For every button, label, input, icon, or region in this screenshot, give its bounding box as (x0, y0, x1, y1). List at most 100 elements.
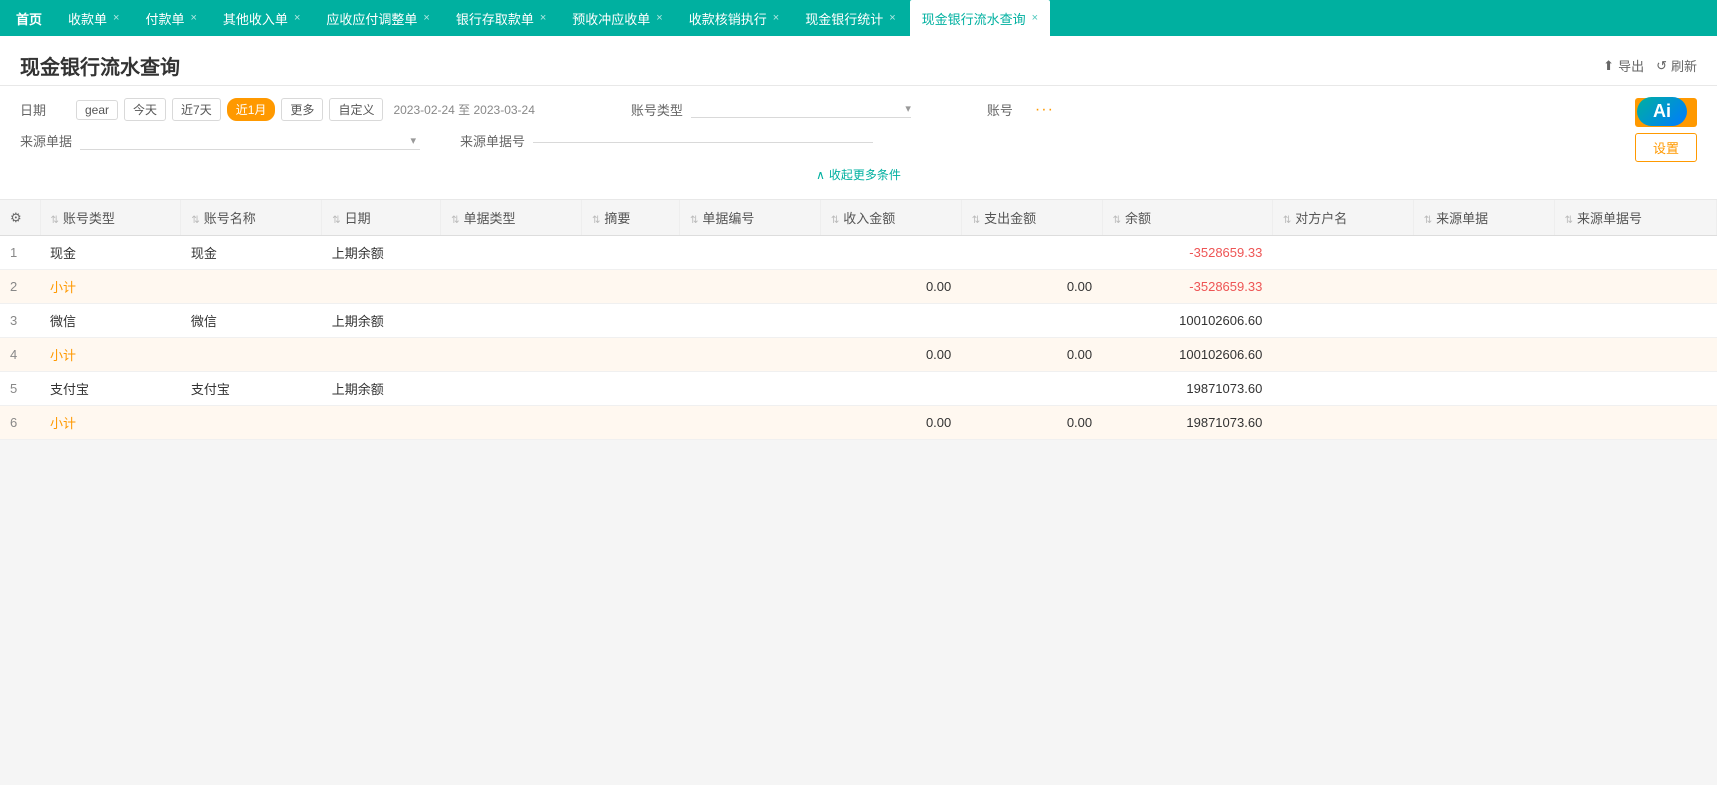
collapse-bar[interactable]: ∧ 收起更多条件 (20, 162, 1697, 187)
col-summary[interactable]: ⇅摘要 (581, 200, 679, 236)
cell-summary (581, 372, 679, 406)
date-1month[interactable]: 近1月 (227, 98, 276, 121)
table-row: 2 小计 0.00 0.00 -3528659.33 (0, 270, 1717, 304)
cell-expense (961, 304, 1102, 338)
table-row: 4 小计 0.00 0.00 100102606.60 (0, 338, 1717, 372)
source-doc-select[interactable]: ▾ (80, 132, 420, 150)
cell-account-name (181, 338, 322, 372)
cell-summary (581, 338, 679, 372)
cell-doc-no (679, 270, 820, 304)
refresh-button[interactable]: ↺ 刷新 (1656, 56, 1697, 75)
nav-payments[interactable]: 付款单 × (133, 0, 208, 36)
nav-cash-bank-stats[interactable]: 现金银行统计 × (793, 0, 907, 36)
row-number: 4 (0, 338, 40, 372)
close-icon[interactable]: × (656, 12, 662, 24)
cell-balance: -3528659.33 (1102, 270, 1272, 304)
close-icon[interactable]: × (190, 12, 196, 24)
cell-source-doc (1413, 304, 1554, 338)
data-table-container: ⚙ ⇅账号类型 ⇅账号名称 ⇅日期 ⇅单据类型 ⇅摘要 ⇅单据编 (0, 200, 1717, 440)
cell-source-doc-no (1554, 406, 1716, 440)
col-income[interactable]: ⇅收入金额 (820, 200, 961, 236)
cell-doc-type (441, 406, 582, 440)
close-icon[interactable]: × (1032, 12, 1038, 24)
close-icon[interactable]: × (540, 12, 546, 24)
ai-badge[interactable]: Ai (1637, 97, 1687, 126)
col-balance[interactable]: ⇅余额 (1102, 200, 1272, 236)
row-number: 6 (0, 406, 40, 440)
col-gear: ⚙ (0, 200, 40, 236)
account-no-dots-button[interactable]: ··· (1035, 101, 1054, 119)
date-more[interactable]: 更多 (281, 98, 323, 121)
account-type-select[interactable]: ▾ (691, 102, 911, 118)
chevron-down-icon: ▾ (410, 134, 416, 147)
col-source-doc[interactable]: ⇅来源单据 (1413, 200, 1554, 236)
close-icon[interactable]: × (773, 12, 779, 24)
source-doc-no-input[interactable] (533, 138, 873, 143)
sort-icon: ⇅ (1113, 215, 1121, 226)
nav-cash-bank-flow[interactable]: 现金银行流水查询 × (910, 0, 1050, 36)
cell-income: 0.00 (820, 270, 961, 304)
table-header-row: ⚙ ⇅账号类型 ⇅账号名称 ⇅日期 ⇅单据类型 ⇅摘要 ⇅单据编 (0, 200, 1717, 236)
date-7days[interactable]: 近7天 (172, 98, 221, 121)
cell-source-doc-no (1554, 236, 1716, 270)
sort-icon: ⇅ (831, 215, 839, 226)
account-type-label: 账号类型 (631, 100, 683, 119)
sort-icon: ⇅ (1565, 215, 1573, 226)
settings-button[interactable]: 设置 (1635, 133, 1697, 162)
nav-ar-ap-adjust[interactable]: 应收应付调整单 × (314, 0, 441, 36)
col-doc-no[interactable]: ⇅单据编号 (679, 200, 820, 236)
col-expense[interactable]: ⇅支出金额 (961, 200, 1102, 236)
cell-summary (581, 270, 679, 304)
col-source-doc-no[interactable]: ⇅来源单据号 (1554, 200, 1716, 236)
gear-icon[interactable]: ⚙ (10, 210, 22, 225)
table-row: 1 现金 现金 上期余额 -3528659.33 (0, 236, 1717, 270)
source-doc-no-field: 来源单据号 (460, 131, 873, 150)
cell-summary (581, 236, 679, 270)
date-yesterday[interactable]: gear (76, 100, 118, 120)
table-body: 1 现金 现金 上期余额 -3528659.33 2 小计 0.00 0.00 … (0, 236, 1717, 440)
filter-area: 日期 gear 今天 近7天 近1月 更多 自定义 2023-02-24 至 2… (0, 86, 1717, 200)
cell-source-doc (1413, 270, 1554, 304)
chevron-up-icon: ∧ (816, 168, 825, 182)
cell-counterparty (1272, 338, 1413, 372)
row-number: 2 (0, 270, 40, 304)
cell-balance: -3528659.33 (1102, 236, 1272, 270)
col-counterparty[interactable]: ⇅对方户名 (1272, 200, 1413, 236)
source-doc-field: 来源单据 ▾ (20, 131, 420, 150)
cell-doc-type (441, 270, 582, 304)
cell-doc-no (679, 406, 820, 440)
cell-income: 0.00 (820, 406, 961, 440)
nav-bank-deposit[interactable]: 银行存取款单 × (444, 0, 558, 36)
col-account-name[interactable]: ⇅账号名称 (181, 200, 322, 236)
date-buttons: gear 今天 近7天 近1月 更多 自定义 2023-02-24 至 2023… (76, 98, 535, 121)
sort-icon: ⇅ (191, 215, 199, 226)
cell-date (322, 270, 441, 304)
sort-icon: ⇅ (1424, 215, 1432, 226)
row-number: 5 (0, 372, 40, 406)
sort-icon: ⇅ (1283, 215, 1291, 226)
col-date[interactable]: ⇅日期 (322, 200, 441, 236)
nav-prepay-offset[interactable]: 预收冲应收单 × (560, 0, 674, 36)
close-icon[interactable]: × (294, 12, 300, 24)
cell-account-name: 支付宝 (181, 372, 322, 406)
date-custom[interactable]: 自定义 (329, 98, 383, 121)
date-today[interactable]: 今天 (124, 98, 166, 121)
export-button[interactable]: ⬆ 导出 (1603, 56, 1644, 75)
close-icon[interactable]: × (423, 12, 429, 24)
cell-income (820, 236, 961, 270)
cell-source-doc-no (1554, 338, 1716, 372)
sort-icon: ⇅ (592, 215, 600, 226)
close-icon[interactable]: × (113, 12, 119, 24)
sort-icon: ⇅ (972, 215, 980, 226)
cell-expense: 0.00 (961, 338, 1102, 372)
nav-receipts[interactable]: 收款单 × (56, 0, 131, 36)
cell-date: 上期余额 (322, 236, 441, 270)
nav-home[interactable]: 首页 (4, 0, 54, 36)
close-icon[interactable]: × (889, 12, 895, 24)
col-doc-type[interactable]: ⇅单据类型 (441, 200, 582, 236)
nav-receipt-verify[interactable]: 收款核销执行 × (677, 0, 791, 36)
nav-other-income[interactable]: 其他收入单 × (211, 0, 312, 36)
col-account-type[interactable]: ⇅账号类型 (40, 200, 181, 236)
cell-counterparty (1272, 406, 1413, 440)
date-range: 2023-02-24 至 2023-03-24 (393, 101, 534, 118)
